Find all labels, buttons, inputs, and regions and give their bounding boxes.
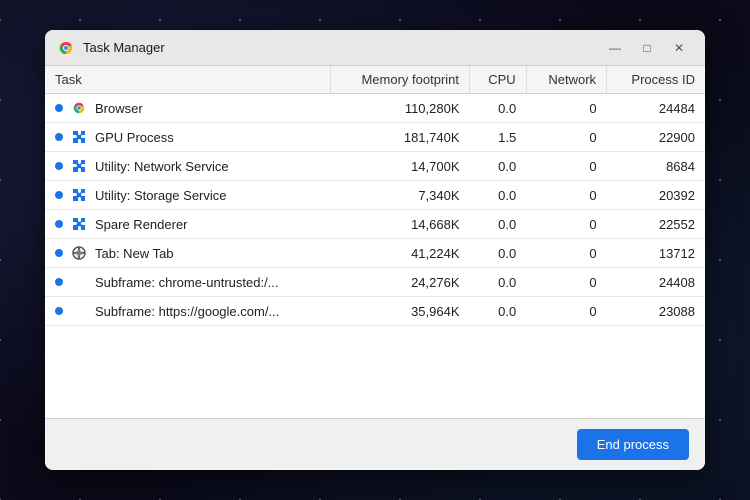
task-name-label: Utility: Network Service (95, 159, 229, 174)
task-name-label: GPU Process (95, 130, 174, 145)
status-dot (55, 104, 63, 112)
task-name-cell: Subframe: https://google.com/... (45, 297, 331, 326)
task-name-label: Tab: New Tab (95, 246, 174, 261)
pid-cell: 8684 (607, 152, 705, 181)
process-table: Task Memory footprint CPU Network Proces… (45, 66, 705, 326)
network-cell: 0 (526, 152, 606, 181)
memory-cell: 24,276K (331, 268, 470, 297)
table-row[interactable]: Utility: Storage Service 7,340K 0.0 0 20… (45, 181, 705, 210)
status-dot (55, 249, 63, 257)
status-dot (55, 278, 63, 286)
table-header-row: Task Memory footprint CPU Network Proces… (45, 66, 705, 94)
pid-cell: 22900 (607, 123, 705, 152)
task-name-cell: Tab: New Tab (45, 239, 331, 268)
window-title: Task Manager (83, 40, 601, 55)
minimize-button[interactable]: — (601, 34, 629, 62)
cpu-cell: 1.5 (470, 123, 527, 152)
process-icon (71, 245, 87, 261)
cpu-cell: 0.0 (470, 239, 527, 268)
process-icon (71, 187, 87, 203)
memory-cell: 14,700K (331, 152, 470, 181)
cpu-cell: 0.0 (470, 297, 527, 326)
bottom-bar: End process (45, 418, 705, 470)
network-cell: 0 (526, 123, 606, 152)
table-row[interactable]: Subframe: chrome-untrusted:/... 24,276K … (45, 268, 705, 297)
pid-cell: 23088 (607, 297, 705, 326)
network-cell: 0 (526, 210, 606, 239)
task-name-cell: Subframe: chrome-untrusted:/... (45, 268, 331, 297)
status-dot (55, 307, 63, 315)
task-name-label: Subframe: chrome-untrusted:/... (95, 275, 279, 290)
task-name-label: Subframe: https://google.com/... (95, 304, 279, 319)
process-icon (71, 100, 87, 116)
task-name-cell: Browser (45, 94, 331, 123)
pid-cell: 24484 (607, 94, 705, 123)
pid-cell: 20392 (607, 181, 705, 210)
process-table-container[interactable]: Task Memory footprint CPU Network Proces… (45, 66, 705, 418)
status-dot (55, 191, 63, 199)
pid-cell: 24408 (607, 268, 705, 297)
memory-cell: 41,224K (331, 239, 470, 268)
table-row[interactable]: Browser 110,280K 0.0 0 24484 (45, 94, 705, 123)
cpu-cell: 0.0 (470, 268, 527, 297)
close-button[interactable]: ✕ (665, 34, 693, 62)
status-dot (55, 133, 63, 141)
task-name-cell: Utility: Storage Service (45, 181, 331, 210)
cpu-cell: 0.0 (470, 152, 527, 181)
cpu-cell: 0.0 (470, 210, 527, 239)
task-name-label: Spare Renderer (95, 217, 188, 232)
col-header-pid[interactable]: Process ID (607, 66, 705, 94)
memory-cell: 110,280K (331, 94, 470, 123)
col-header-network[interactable]: Network (526, 66, 606, 94)
cpu-cell: 0.0 (470, 181, 527, 210)
table-row[interactable]: Spare Renderer 14,668K 0.0 0 22552 (45, 210, 705, 239)
task-name-cell: Spare Renderer (45, 210, 331, 239)
status-dot (55, 162, 63, 170)
end-process-button[interactable]: End process (577, 429, 689, 460)
memory-cell: 181,740K (331, 123, 470, 152)
memory-cell: 35,964K (331, 297, 470, 326)
process-icon (71, 303, 87, 319)
maximize-button[interactable]: □ (633, 34, 661, 62)
table-row[interactable]: GPU Process 181,740K 1.5 0 22900 (45, 123, 705, 152)
chrome-logo-icon (57, 39, 75, 57)
memory-cell: 14,668K (331, 210, 470, 239)
network-cell: 0 (526, 239, 606, 268)
task-manager-window: Task Manager — □ ✕ Task Memory footprint… (45, 30, 705, 470)
network-cell: 0 (526, 94, 606, 123)
network-cell: 0 (526, 268, 606, 297)
cpu-cell: 0.0 (470, 94, 527, 123)
title-bar: Task Manager — □ ✕ (45, 30, 705, 66)
pid-cell: 13712 (607, 239, 705, 268)
process-icon (71, 216, 87, 232)
col-header-task[interactable]: Task (45, 66, 331, 94)
table-row[interactable]: Utility: Network Service 14,700K 0.0 0 8… (45, 152, 705, 181)
network-cell: 0 (526, 181, 606, 210)
memory-cell: 7,340K (331, 181, 470, 210)
process-icon (71, 129, 87, 145)
network-cell: 0 (526, 297, 606, 326)
window-controls: — □ ✕ (601, 34, 693, 62)
col-header-memory[interactable]: Memory footprint (331, 66, 470, 94)
task-name-label: Utility: Storage Service (95, 188, 227, 203)
task-name-cell: GPU Process (45, 123, 331, 152)
process-icon (71, 274, 87, 290)
col-header-cpu[interactable]: CPU (470, 66, 527, 94)
task-name-cell: Utility: Network Service (45, 152, 331, 181)
process-icon (71, 158, 87, 174)
pid-cell: 22552 (607, 210, 705, 239)
table-row[interactable]: Tab: New Tab 41,224K 0.0 0 13712 (45, 239, 705, 268)
table-row[interactable]: Subframe: https://google.com/... 35,964K… (45, 297, 705, 326)
status-dot (55, 220, 63, 228)
task-name-label: Browser (95, 101, 143, 116)
